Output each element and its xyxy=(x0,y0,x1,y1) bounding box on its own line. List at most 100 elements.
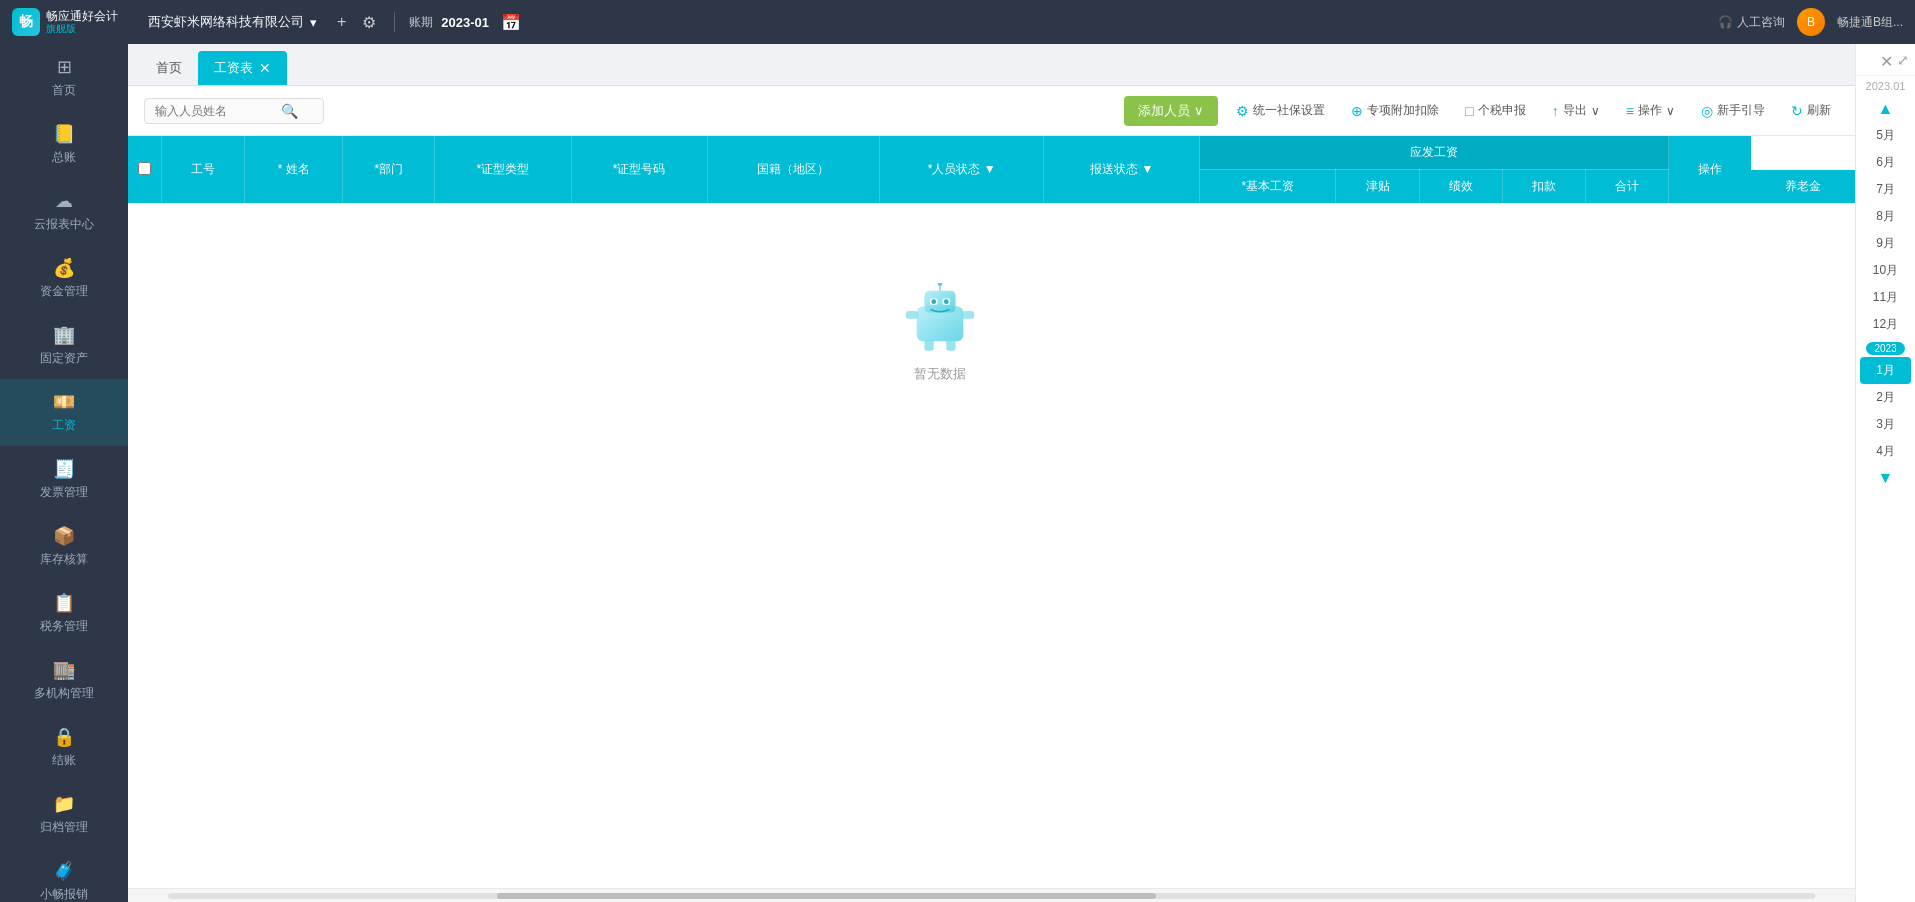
svg-rect-1 xyxy=(924,291,955,313)
timeline-month-3[interactable]: 3月 xyxy=(1856,411,1915,438)
logo-area: 畅 畅应通好会计 旗舰版 xyxy=(12,8,132,36)
scroll-thumb[interactable] xyxy=(497,893,1156,899)
sidebar-item-label-cloud: 云报表中心 xyxy=(34,216,94,233)
add-company-button[interactable]: + xyxy=(333,9,350,35)
th-base-salary: *基本工资 xyxy=(1200,170,1336,204)
tab-close-button[interactable]: ✕ xyxy=(259,60,271,76)
sidebar-item-cloud-report[interactable]: ☁ 云报表中心 xyxy=(0,178,128,245)
svg-rect-8 xyxy=(924,340,933,351)
tab-home[interactable]: 首页 xyxy=(140,51,198,85)
sidebar-item-fund[interactable]: 💰 资金管理 xyxy=(0,245,128,312)
guide-label: 新手引导 xyxy=(1717,102,1765,119)
sidebar-item-inventory[interactable]: 📦 库存核算 xyxy=(0,513,128,580)
assets-icon: 🏢 xyxy=(53,324,75,346)
main-layout: ⊞ 首页 📒 总账 ☁ 云报表中心 💰 资金管理 🏢 固定资产 💴 工资 🧾 发… xyxy=(0,44,1915,902)
svg-rect-11 xyxy=(961,311,973,319)
service-button[interactable]: 🎧 人工咨询 xyxy=(1718,14,1785,31)
ledger-icon: 📒 xyxy=(53,123,75,145)
search-input[interactable] xyxy=(155,104,275,118)
timeline-month-6[interactable]: 6月 xyxy=(1856,149,1915,176)
export-arrow-icon: ∨ xyxy=(1591,104,1600,118)
scroll-track xyxy=(168,893,1815,899)
timeline-month-4[interactable]: 4月 xyxy=(1856,438,1915,465)
empty-state-icon xyxy=(900,283,980,353)
home-icon: ⊞ xyxy=(57,56,72,78)
th-allowance: 津贴 xyxy=(1336,170,1419,204)
timeline-month-10[interactable]: 10月 xyxy=(1856,257,1915,284)
company-selector[interactable]: 西安虾米网络科技有限公司 ▾ xyxy=(140,9,325,35)
sidebar-item-label-assets: 固定资产 xyxy=(40,350,88,367)
special-deduct-button[interactable]: ⊕ 专项附加扣除 xyxy=(1343,98,1447,123)
svg-point-5 xyxy=(944,299,949,304)
th-name: * 姓名 xyxy=(245,136,343,203)
top-bar: 畅 畅应通好会计 旗舰版 西安虾米网络科技有限公司 ▾ + ⚙ 账期 2023-… xyxy=(0,0,1915,44)
sidebar-item-salary[interactable]: 💴 工资 xyxy=(0,379,128,446)
th-deduct: 扣款 xyxy=(1502,170,1585,204)
timeline-month-2[interactable]: 2月 xyxy=(1856,384,1915,411)
add-person-button[interactable]: 添加人员 ∨ xyxy=(1124,96,1218,126)
export-button[interactable]: ↑ 导出 ∨ xyxy=(1544,98,1608,123)
toolbar: 🔍 添加人员 ∨ ⚙ 统一社保设置 ⊕ 专项附加扣除 □ 个税申报 xyxy=(128,86,1855,136)
timeline-down-arrow[interactable]: ▼ xyxy=(1874,465,1898,491)
settings-button[interactable]: ⚙ xyxy=(358,9,380,36)
toolbar-right: 添加人员 ∨ ⚙ 统一社保设置 ⊕ 专项附加扣除 □ 个税申报 ↑ 导出 xyxy=(1124,96,1839,126)
archive-icon: 📁 xyxy=(53,793,75,815)
sidebar-item-home[interactable]: ⊞ 首页 xyxy=(0,44,128,111)
tab-salary[interactable]: 工资表 ✕ xyxy=(198,51,287,85)
sidebar-item-invoice[interactable]: 🧾 发票管理 xyxy=(0,446,128,513)
calendar-icon[interactable]: 📅 xyxy=(497,9,525,36)
timeline-month-9[interactable]: 9月 xyxy=(1856,230,1915,257)
salary-table: 工号 * 姓名 *部门 *证型类型 *证型号码 国籍（地区） *人员状态 ▼ 报… xyxy=(128,136,1855,463)
th-salary-group: 应发工资 xyxy=(1200,136,1669,170)
sidebar-item-tax[interactable]: 📋 税务管理 xyxy=(0,580,128,647)
th-operation: 操作 xyxy=(1669,136,1751,203)
search-wrap: 🔍 xyxy=(144,98,324,124)
sidebar-item-expenses[interactable]: 🧳 小畅报销 xyxy=(0,848,128,902)
social-insurance-icon: ⚙ xyxy=(1236,103,1249,119)
guide-button[interactable]: ◎ 新手引导 xyxy=(1693,98,1773,123)
app-version: 旗舰版 xyxy=(46,23,118,35)
inventory-icon: 📦 xyxy=(53,525,75,547)
social-insurance-button[interactable]: ⚙ 统一社保设置 xyxy=(1228,98,1333,123)
select-all-checkbox[interactable] xyxy=(138,162,151,175)
tax-icon: 📋 xyxy=(53,592,75,614)
timeline-month-7[interactable]: 7月 xyxy=(1856,176,1915,203)
th-emp-no: 工号 xyxy=(162,136,245,203)
special-deduct-icon: ⊕ xyxy=(1351,103,1363,119)
user-name[interactable]: 畅捷通B组... xyxy=(1837,14,1903,31)
timeline-up-arrow[interactable]: ▲ xyxy=(1874,96,1898,122)
divider xyxy=(394,12,395,32)
top-bar-right: 🎧 人工咨询 B 畅捷通B组... xyxy=(1718,8,1903,36)
panel-close-button[interactable]: ✕ xyxy=(1880,52,1893,71)
sidebar-item-label-invoice: 发票管理 xyxy=(40,484,88,501)
sidebar-item-label-home: 首页 xyxy=(52,82,76,99)
sidebar-item-label-fund: 资金管理 xyxy=(40,283,88,300)
personal-tax-button[interactable]: □ 个税申报 xyxy=(1457,98,1533,123)
panel-expand-button[interactable]: ⤢ xyxy=(1897,52,1909,71)
sidebar-item-closing[interactable]: 🔒 结账 xyxy=(0,714,128,781)
service-label: 人工咨询 xyxy=(1737,14,1785,31)
timeline-month-12[interactable]: 12月 xyxy=(1856,311,1915,338)
timeline-period-label: 2023.01 xyxy=(1866,76,1906,96)
sidebar: ⊞ 首页 📒 总账 ☁ 云报表中心 💰 资金管理 🏢 固定资产 💴 工资 🧾 发… xyxy=(0,44,128,902)
refresh-button[interactable]: ↻ 刷新 xyxy=(1783,98,1839,123)
personal-tax-label: 个税申报 xyxy=(1478,102,1526,119)
timeline-month-1[interactable]: 1月 xyxy=(1860,357,1911,384)
search-icon: 🔍 xyxy=(281,103,298,119)
logo-icon: 畅 xyxy=(12,8,40,36)
timeline-month-11[interactable]: 11月 xyxy=(1856,284,1915,311)
timeline-month-5[interactable]: 5月 xyxy=(1856,122,1915,149)
operate-label: 操作 xyxy=(1638,102,1662,119)
sidebar-item-ledger[interactable]: 📒 总账 xyxy=(0,111,128,178)
sidebar-item-label-tax: 税务管理 xyxy=(40,618,88,635)
operate-button[interactable]: ≡ 操作 ∨ xyxy=(1618,98,1683,123)
operate-icon: ≡ xyxy=(1626,103,1634,119)
sidebar-item-label-closing: 结账 xyxy=(52,752,76,769)
sidebar-item-fixed-assets[interactable]: 🏢 固定资产 xyxy=(0,312,128,379)
empty-row: 暂无数据 xyxy=(128,203,1751,463)
timeline-month-8[interactable]: 8月 xyxy=(1856,203,1915,230)
th-nationality: 国籍（地区） xyxy=(707,136,879,203)
sidebar-item-archive[interactable]: 📁 归档管理 xyxy=(0,781,128,848)
sidebar-item-multi-org[interactable]: 🏬 多机构管理 xyxy=(0,647,128,714)
social-insurance-label: 统一社保设置 xyxy=(1253,102,1325,119)
